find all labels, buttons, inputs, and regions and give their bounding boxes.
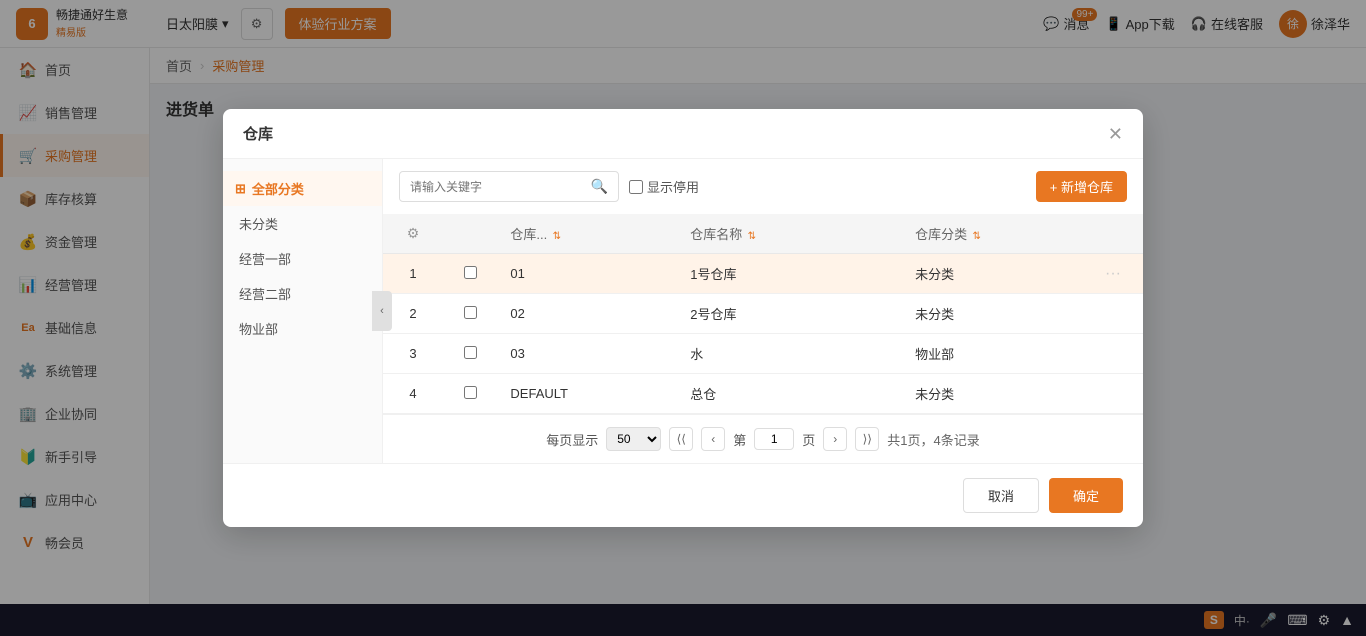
category-collapse-button[interactable]: ‹	[372, 291, 392, 331]
row-code: 02	[498, 294, 678, 334]
modal-body: ⊞ 全部分类 未分类 经营一部 经营二部 物业部 ‹ 🔍	[223, 159, 1143, 463]
row-checkbox[interactable]	[464, 346, 477, 359]
row-checkbox[interactable]	[464, 266, 477, 279]
row-num: 3	[383, 334, 443, 374]
row-more[interactable]	[1083, 374, 1143, 414]
row-check[interactable]	[443, 334, 498, 374]
search-box: 🔍	[399, 171, 619, 202]
row-code: 03	[498, 334, 678, 374]
row-name: 总仓	[678, 374, 903, 414]
table-row[interactable]: 1 01 1号仓库 未分类 ···	[383, 254, 1143, 294]
row-code: 01	[498, 254, 678, 294]
row-code: DEFAULT	[498, 374, 678, 414]
confirm-button[interactable]: 确定	[1049, 478, 1123, 513]
page-input[interactable]	[754, 428, 794, 450]
warehouse-modal: 仓库 ✕ ⊞ 全部分类 未分类 经营一部 经营二部 物业部 ‹	[223, 109, 1143, 527]
row-name: 1号仓库	[678, 254, 903, 294]
warehouse-table: ⚙ 仓库... ⇅ 仓库名称 ⇅	[383, 214, 1143, 414]
row-more[interactable]: ···	[1083, 254, 1143, 294]
row-name: 水	[678, 334, 903, 374]
table-row[interactable]: 3 03 水 物业部	[383, 334, 1143, 374]
row-check[interactable]	[443, 294, 498, 334]
table-toolbar: 🔍 显示停用 + 新增仓库	[383, 159, 1143, 214]
col-category[interactable]: 仓库分类 ⇅	[903, 214, 1083, 254]
page-total-info: 共1页，4条记录	[887, 430, 979, 449]
page-next-button[interactable]: ›	[823, 427, 847, 451]
all-category-header[interactable]: ⊞ 全部分类	[223, 171, 382, 206]
row-more[interactable]	[1083, 334, 1143, 374]
row-category: 未分类	[903, 254, 1083, 294]
table-row[interactable]: 2 02 2号仓库 未分类	[383, 294, 1143, 334]
col-check	[443, 214, 498, 254]
show-disabled-checkbox[interactable]	[629, 180, 643, 194]
col-code[interactable]: 仓库... ⇅	[498, 214, 678, 254]
modal-header: 仓库 ✕	[223, 109, 1143, 159]
grid-icon: ⊞	[235, 181, 246, 197]
category-item-property[interactable]: 物业部	[223, 311, 382, 346]
category-panel: ⊞ 全部分类 未分类 经营一部 经营二部 物业部 ‹	[223, 159, 383, 463]
table-body: 1 01 1号仓库 未分类 ··· 2	[383, 254, 1143, 414]
table-head: ⚙ 仓库... ⇅ 仓库名称 ⇅	[383, 214, 1143, 254]
sort-icon: ⇅	[972, 231, 980, 242]
row-num: 1	[383, 254, 443, 294]
col-more	[1083, 214, 1143, 254]
table-row[interactable]: 4 DEFAULT 总仓 未分类	[383, 374, 1143, 414]
row-category: 未分类	[903, 294, 1083, 334]
page-first-button[interactable]: ⟨⟨	[669, 427, 693, 451]
data-table: ⚙ 仓库... ⇅ 仓库名称 ⇅	[383, 214, 1143, 414]
row-more[interactable]	[1083, 294, 1143, 334]
modal-title: 仓库	[243, 123, 273, 144]
show-disabled-label[interactable]: 显示停用	[629, 177, 699, 196]
category-item-unclassified[interactable]: 未分类	[223, 206, 382, 241]
page-last-button[interactable]: ⟩⟩	[855, 427, 879, 451]
search-icon[interactable]: 🔍	[581, 172, 618, 201]
sort-icon: ⇅	[748, 231, 756, 242]
page-label-text: 第	[733, 430, 746, 449]
row-check[interactable]	[443, 374, 498, 414]
settings-icon: ⚙	[407, 225, 420, 241]
row-check[interactable]	[443, 254, 498, 294]
page-prev-button[interactable]: ‹	[701, 427, 725, 451]
add-warehouse-button[interactable]: + 新增仓库	[1036, 171, 1127, 202]
table-panel: 🔍 显示停用 + 新增仓库 ⚙	[383, 159, 1143, 463]
row-checkbox[interactable]	[464, 306, 477, 319]
cancel-button[interactable]: 取消	[963, 478, 1039, 513]
more-icon: ···	[1105, 265, 1121, 282]
col-settings[interactable]: ⚙	[383, 214, 443, 254]
col-name[interactable]: 仓库名称 ⇅	[678, 214, 903, 254]
category-item-dept1[interactable]: 经营一部	[223, 241, 382, 276]
pagination: 每页显示 50 100 ⟨⟨ ‹ 第 页 › ⟩⟩ 共1页，4条记录	[383, 414, 1143, 463]
per-page-select[interactable]: 50 100	[606, 427, 661, 451]
row-category: 物业部	[903, 334, 1083, 374]
category-item-dept2[interactable]: 经营二部	[223, 276, 382, 311]
modal-footer: 取消 确定	[223, 463, 1143, 527]
modal-close-button[interactable]: ✕	[1108, 125, 1123, 143]
row-name: 2号仓库	[678, 294, 903, 334]
sort-icon: ⇅	[553, 231, 561, 242]
row-category: 未分类	[903, 374, 1083, 414]
row-num: 4	[383, 374, 443, 414]
row-checkbox[interactable]	[464, 386, 477, 399]
search-input[interactable]	[400, 174, 581, 200]
